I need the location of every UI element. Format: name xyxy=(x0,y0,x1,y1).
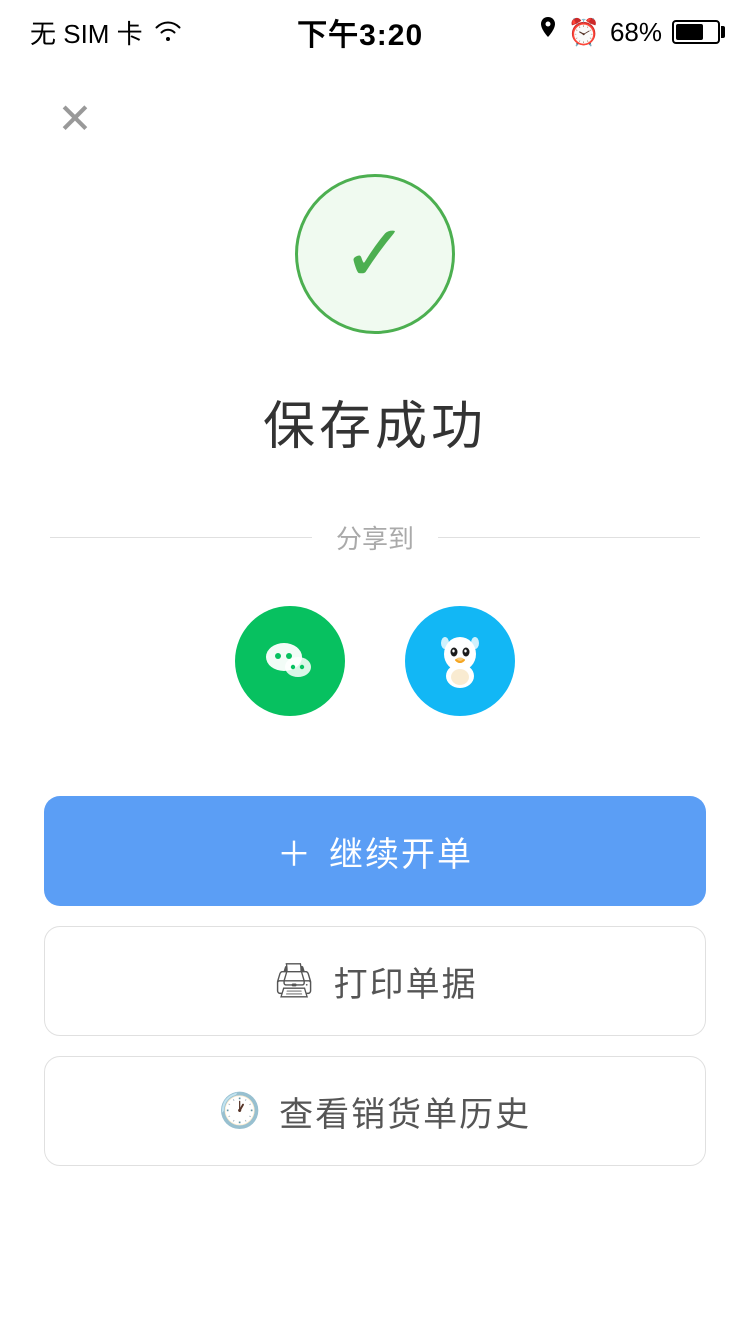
success-circle: ✓ xyxy=(295,174,455,334)
history-label: 查看销货单历史 xyxy=(279,1087,531,1136)
status-bar: 无 SIM 卡 下午3:20 ⏰ 68% xyxy=(0,0,750,64)
clock-icon: 🕐 xyxy=(219,1091,263,1131)
continue-label: 继续开单 xyxy=(329,827,473,876)
close-icon: ✕ xyxy=(57,98,92,140)
wechat-icon xyxy=(258,629,323,694)
share-icons xyxy=(235,606,515,716)
wifi-icon xyxy=(153,17,183,48)
print-button[interactable]: 🖨 打印单据 xyxy=(44,926,706,1036)
print-icon: 🖨 xyxy=(272,961,317,1001)
wechat-share-button[interactable] xyxy=(235,606,345,716)
status-left: 无 SIM 卡 xyxy=(30,14,183,51)
qq-icon xyxy=(429,630,491,692)
success-title: 保存成功 xyxy=(263,384,487,459)
share-divider: 分享到 xyxy=(0,519,750,556)
alarm-icon: ⏰ xyxy=(568,17,600,48)
battery-percent: 68% xyxy=(610,17,662,48)
plus-icon: ＋ xyxy=(277,827,313,876)
share-label: 分享到 xyxy=(312,519,438,556)
divider-right xyxy=(438,537,700,538)
location-icon xyxy=(538,17,558,48)
main-content: ✕ ✓ 保存成功 分享到 xyxy=(0,64,750,1166)
action-buttons: ＋ 继续开单 🖨 打印单据 🕐 查看销货单历史 xyxy=(0,796,750,1166)
history-button[interactable]: 🕐 查看销货单历史 xyxy=(44,1056,706,1166)
divider-left xyxy=(50,537,312,538)
continue-button[interactable]: ＋ 继续开单 xyxy=(44,796,706,906)
close-button[interactable]: ✕ xyxy=(50,94,100,144)
close-button-row: ✕ xyxy=(0,84,750,174)
no-sim-label: 无 SIM 卡 xyxy=(30,14,143,51)
qq-share-button[interactable] xyxy=(405,606,515,716)
checkmark-icon: ✓ xyxy=(341,214,408,294)
battery-icon xyxy=(672,20,720,44)
print-label: 打印单据 xyxy=(334,957,478,1006)
status-time: 下午3:20 xyxy=(297,10,423,54)
status-right: ⏰ 68% xyxy=(538,17,720,48)
